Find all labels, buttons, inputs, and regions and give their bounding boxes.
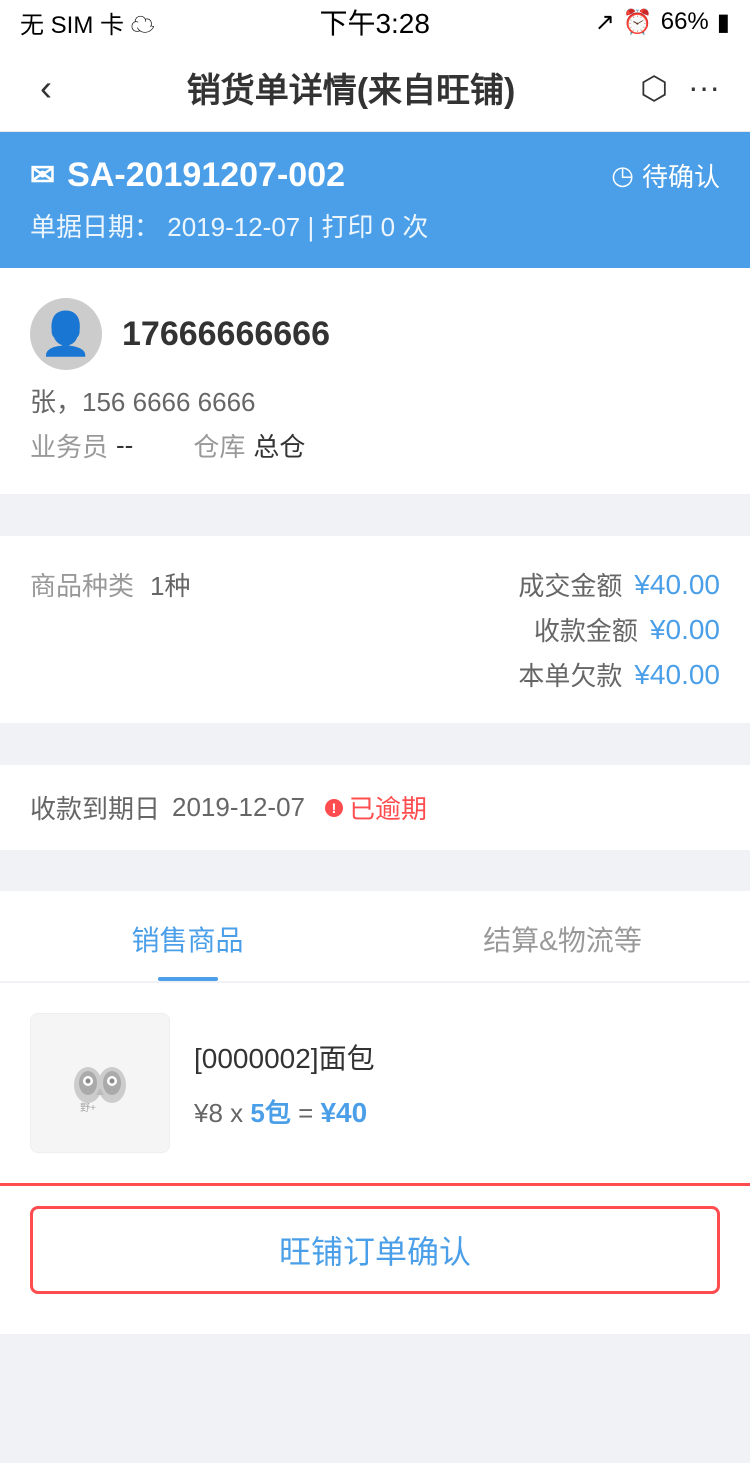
category-info: 商品种类 1种 bbox=[30, 566, 190, 603]
amount-label: 成交金额 bbox=[518, 566, 622, 603]
due-date-label: 收款到期日 bbox=[30, 789, 160, 826]
overdue-badge: ! 已逾期 bbox=[325, 789, 427, 826]
received-row: 收款金额 ¥0.00 bbox=[534, 611, 720, 648]
tab-sales-products[interactable]: 销售商品 bbox=[0, 891, 375, 981]
products-section: 野+ [0000002]面包 ¥8 x 5包 = ¥40 bbox=[0, 983, 750, 1183]
customer-phone: 17666666666 bbox=[122, 315, 330, 354]
back-button[interactable]: ‹ bbox=[30, 57, 62, 119]
owed-row: 本单欠款 ¥40.00 bbox=[518, 656, 720, 693]
due-date-card: 收款到期日 2019-12-07 ! 已逾期 bbox=[0, 764, 750, 851]
status-right: ↗ ⏰ 66% ▮ bbox=[595, 8, 730, 37]
warehouse-label: 仓库 bbox=[193, 427, 245, 464]
overdue-text: 已逾期 bbox=[349, 789, 427, 826]
divider-3 bbox=[0, 851, 750, 871]
amount-row: 成交金额 ¥40.00 bbox=[518, 566, 720, 603]
owed-label: 本单欠款 bbox=[518, 656, 622, 693]
product-thumbnail: 野+ bbox=[30, 1013, 170, 1153]
product-name: [0000002]面包 bbox=[194, 1037, 720, 1077]
order-date: 单据日期： 2019-12-07 | 打印 0 次 bbox=[30, 207, 720, 244]
nav-actions: ⬡ ··· bbox=[640, 69, 720, 107]
tab-settlement-logistics[interactable]: 结算&物流等 bbox=[375, 891, 750, 981]
battery-icon: ▮ bbox=[717, 8, 730, 37]
status-text: 待确认 bbox=[642, 157, 720, 194]
product-details: [0000002]面包 ¥8 x 5包 = ¥40 bbox=[194, 1037, 720, 1130]
divider-1 bbox=[0, 495, 750, 515]
received-label: 收款金额 bbox=[534, 611, 638, 648]
overdue-icon: ! bbox=[325, 799, 343, 817]
customer-name-phone: 张，156 6666 6666 bbox=[30, 382, 720, 419]
product-qty: 5包 bbox=[250, 1098, 290, 1128]
sales-label: 业务员 bbox=[30, 427, 108, 464]
more-icon[interactable]: ··· bbox=[688, 69, 720, 106]
divider-2 bbox=[0, 724, 750, 744]
battery-indicator: 66% bbox=[661, 8, 709, 36]
svg-text:野+: 野+ bbox=[80, 1102, 96, 1113]
alarm-icon: ⏰ bbox=[623, 8, 653, 37]
page-title: 销货单详情(来自旺铺) bbox=[187, 63, 516, 112]
share-icon[interactable]: ⬡ bbox=[640, 69, 668, 107]
due-date-value: 2019-12-07 bbox=[172, 792, 305, 823]
amount-info: 成交金额 ¥40.00 收款金额 ¥0.00 本单欠款 ¥40.00 bbox=[518, 566, 720, 693]
warehouse-meta: 仓库 总仓 bbox=[193, 427, 305, 464]
customer-card: 👤 17666666666 张，156 6666 6666 业务员 -- 仓库 … bbox=[0, 268, 750, 495]
price-formula: ¥8 x bbox=[194, 1098, 250, 1128]
product-price: ¥8 x 5包 = ¥40 bbox=[194, 1093, 720, 1130]
status-left: 无 SIM 卡 ☁ bbox=[20, 5, 155, 40]
product-item: 野+ [0000002]面包 ¥8 x 5包 = ¥40 bbox=[30, 1013, 720, 1153]
sales-value: -- bbox=[116, 430, 133, 461]
user-icon: 👤 bbox=[40, 310, 92, 359]
customer-meta: 业务员 -- 仓库 总仓 bbox=[30, 427, 720, 464]
product-logo: 野+ bbox=[60, 1053, 140, 1113]
order-header-banner: ✉ SA-20191207-002 ◷ 待确认 单据日期： 2019-12-07… bbox=[0, 132, 750, 268]
nav-bar: ‹ 销货单详情(来自旺铺) ⬡ ··· bbox=[0, 44, 750, 132]
tabs-container: 销售商品 结算&物流等 bbox=[0, 891, 750, 983]
order-icon: ✉ bbox=[30, 158, 55, 193]
sim-indicator: 无 SIM 卡 ☁ bbox=[20, 5, 155, 40]
amount-value: ¥40.00 bbox=[634, 569, 720, 601]
order-status: ◷ 待确认 bbox=[611, 157, 720, 194]
category-value: 1种 bbox=[150, 566, 190, 603]
order-id: ✉ SA-20191207-002 bbox=[30, 156, 345, 195]
owed-value: ¥40.00 bbox=[634, 659, 720, 691]
avatar: 👤 bbox=[30, 298, 102, 370]
sales-meta: 业务员 -- bbox=[30, 427, 133, 464]
category-label: 商品种类 bbox=[30, 566, 134, 603]
summary-card: 商品种类 1种 成交金额 ¥40.00 收款金额 ¥0.00 本单欠款 ¥40.… bbox=[0, 535, 750, 724]
status-bar: 无 SIM 卡 ☁ 下午3:28 ↗ ⏰ 66% ▮ bbox=[0, 0, 750, 44]
status-time: 下午3:28 bbox=[319, 2, 430, 42]
received-value: ¥0.00 bbox=[650, 614, 720, 646]
location-icon: ↗ bbox=[595, 8, 615, 37]
clock-icon: ◷ bbox=[611, 160, 634, 191]
warehouse-value: 总仓 bbox=[253, 427, 305, 464]
confirm-order-button[interactable]: 旺铺订单确认 bbox=[30, 1206, 720, 1294]
product-total: ¥40 bbox=[320, 1097, 367, 1128]
confirm-btn-container: 旺铺订单确认 bbox=[0, 1183, 750, 1334]
